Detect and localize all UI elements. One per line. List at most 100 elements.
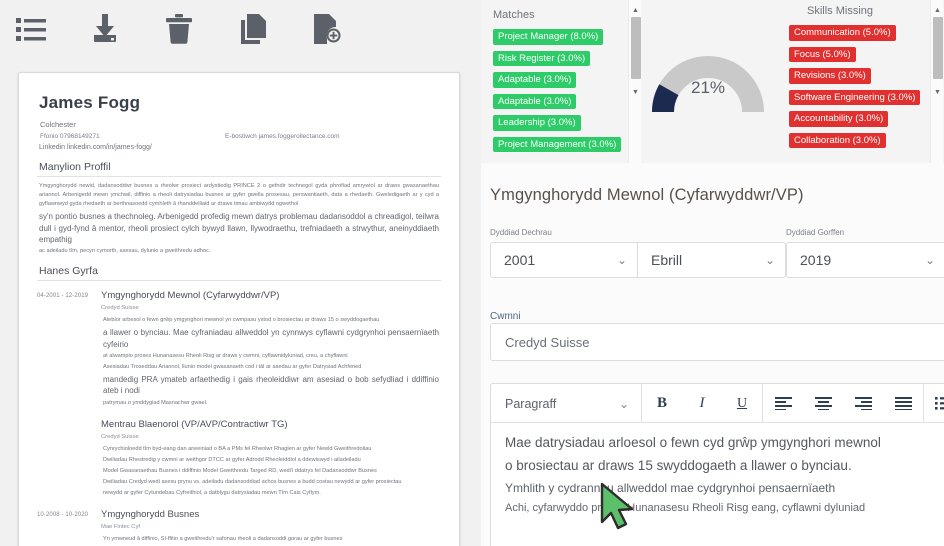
editor-line: o brosiectau ar draws 15 swyddogaeth a l… (505, 457, 852, 473)
new-document-icon[interactable] (308, 10, 346, 48)
cv-job-title: Ymgynghorydd Busnes (101, 509, 200, 521)
cv-toolbar (0, 0, 481, 57)
cv-profile-text-emph: sy'n pontio busnes a thechnoleg. Arbenig… (39, 212, 439, 244)
cv-profile-text: Ymgynghorydd newid, dadansoddwr busnes a… (39, 183, 439, 208)
cv-job-entry: 04-2001 - 12-2019 Ymgynghorydd Mewnol (C… (37, 290, 441, 410)
cv-city: Colchester (40, 120, 76, 129)
cv-job-company: Mae Fintec Cyf (101, 524, 140, 531)
cv-job-line: mandedig PRA ymateb arfaethedig i gais r… (103, 375, 439, 396)
company-label: Cwmni (490, 311, 521, 322)
copy-icon[interactable] (234, 10, 272, 48)
scrollbar-thumb[interactable] (631, 17, 641, 79)
cv-job-line: Ateblor arbesol o fewn grŵp ymgynghori m… (103, 317, 380, 324)
missing-chip-list: Communication (5.0%) Focus (5.0%) Revisi… (789, 25, 944, 154)
cv-job-title: Mentrau Blaenorol (VP/AVP/Contractiwr TG… (101, 418, 288, 430)
editor-content[interactable]: Mae datrysiadau arloesol o fewn cyd grŵp… (491, 423, 944, 518)
rich-text-editor: Paragraff ⌄ B I U Mae datrysiadau arloes… (490, 383, 944, 546)
scroll-down-icon[interactable]: ▼ (931, 86, 944, 99)
editor-line: Achi, cyfarwyddo proses Hunanasesu Rheol… (505, 502, 866, 515)
matches-scrollbar[interactable]: ▲ ▼ (628, 0, 641, 163)
align-center-icon[interactable] (803, 384, 843, 423)
editor-line: Ymhlith y cydrannau allweddol mae cydgry… (505, 480, 836, 495)
chevron-down-icon: ⌄ (764, 253, 775, 267)
matches-title: Matches (493, 9, 535, 21)
match-chip[interactable]: Risk Register (3.0%) (493, 50, 591, 66)
chevron-down-icon: ⌄ (618, 396, 629, 411)
matches-panel: Matches Project Manager (8.0%) Risk Regi… (481, 0, 641, 163)
editor-pane: Matches Project Manager (8.0%) Risk Regi… (481, 0, 944, 546)
end-date-label: Dyddiad Gorffen (786, 228, 845, 237)
chevron-down-icon: ⌄ (924, 253, 935, 267)
cv-profile-text-tail: ac adeiladu tîm, pecyn cymorth, asesau, … (39, 248, 211, 255)
cv-linkedin: Linkedin linkedin.com/in/james-fogg/ (39, 144, 152, 151)
align-justify-icon[interactable] (883, 384, 923, 423)
text-style-group: B I U (642, 384, 763, 423)
skills-analysis-strip: Matches Project Manager (8.0%) Risk Regi… (481, 0, 944, 163)
missing-chip[interactable]: Accountability (3.0%) (789, 111, 889, 127)
cv-profile-heading: Manylion Proffil (39, 161, 111, 173)
divider (37, 280, 441, 282)
underline-button[interactable]: U (722, 384, 762, 423)
end-year-select[interactable]: 2019 ⌄ (786, 242, 944, 278)
end-year-value: 2019 (800, 252, 832, 268)
cv-email: E-bostiwch james.foggerollectance.com (225, 133, 340, 140)
dates-row: Dyddiad Dechrau 2001 ⌄ Ebrill ⌄ Dyddiad … (490, 228, 944, 278)
format-group: Paragraff ⌄ (491, 384, 642, 423)
match-chip[interactable]: Leadership (3.0%) (493, 115, 581, 131)
missing-chip[interactable]: Communication (5.0%) (789, 25, 896, 41)
missing-scrollbar[interactable]: ▲ ▼ (930, 0, 943, 163)
match-chip[interactable]: Adaptable (3.0%) (493, 93, 577, 109)
app-root: James Fogg Colchester Ffonio 07968149271… (0, 0, 944, 546)
cv-job-line: newydd ar gyfer Cytundebau Cyfreithiol, … (103, 490, 321, 497)
cv-job-line: Cynrychioloedd tîm byd-eang dan arweinia… (103, 445, 372, 452)
cv-job-company: Credyd Suisse (101, 433, 139, 440)
align-left-icon[interactable] (763, 384, 803, 423)
cv-job-entry: 10-2008 - 10-2020 Ymgynghorydd Busnes Ma… (37, 509, 441, 546)
cv-preview-pane: James Fogg Colchester Ffonio 07968149271… (0, 0, 481, 546)
cv-job-entry: Mentrau Blaenorol (VP/AVP/Contractiwr TG… (37, 419, 441, 500)
cv-phone: Ffonio 07968149271 (40, 133, 100, 140)
paragraph-format-select[interactable]: Paragraff ⌄ (491, 397, 641, 411)
missing-chip[interactable]: Software Engineering (3.0%) (789, 89, 921, 105)
align-right-icon[interactable] (843, 384, 883, 423)
editor-toolbar: Paragraff ⌄ B I U (491, 384, 944, 423)
bold-button[interactable]: B (642, 384, 682, 423)
match-chip[interactable]: Project Management (3.0%) (493, 136, 622, 152)
missing-chip[interactable]: Focus (5.0%) (789, 46, 856, 62)
start-year-value: 2001 (504, 252, 536, 268)
bulleted-list-icon[interactable] (924, 384, 944, 423)
match-chip[interactable]: Adaptable (3.0%) (493, 72, 577, 88)
cv-contact-row: Ffonio 07968149271 E-bostiwch james.fogg… (40, 133, 441, 140)
cv-job-date (37, 419, 101, 500)
experience-form: Ymgynghorydd Mewnol (Cyfarwyddwr/VP) Dyd… (481, 163, 944, 546)
match-chip[interactable]: Project Manager (8.0%) (493, 29, 604, 45)
company-input[interactable]: Credyd Suisse (490, 323, 944, 361)
alignment-group (763, 384, 924, 423)
gauge-value: 21% (690, 78, 726, 97)
import-icon[interactable] (86, 10, 124, 48)
match-score-gauge: 21% (641, 0, 775, 163)
divider (37, 176, 441, 177)
scroll-up-icon[interactable]: ▲ (931, 4, 944, 17)
cv-job-line: Model Gwasanaethau Busnes i ddiffinio Mo… (103, 467, 377, 474)
cv-job-date: 10-2008 - 10-2020 (37, 512, 89, 519)
missing-chip[interactable]: Revisions (3.0%) (789, 68, 871, 84)
list-icon[interactable] (12, 10, 50, 48)
start-month-select[interactable]: Ebrill ⌄ (638, 242, 786, 278)
role-title: Ymgynghorydd Mewnol (Cyfarwyddwr/VP) (490, 186, 804, 204)
chevron-down-icon: ⌄ (616, 253, 627, 267)
start-year-select[interactable]: 2001 ⌄ (490, 242, 638, 278)
cv-job-line: Dwiliadau Rhestredig y cwmni ar weithgor… (103, 456, 361, 463)
missing-chip[interactable]: Collaboration (3.0%) (789, 132, 886, 148)
start-date-label: Dyddiad Dechrau (490, 228, 552, 237)
cv-job-line: a llawer o bynciau. Mae cyfraniadau allw… (103, 328, 439, 349)
cv-job-title: Ymgynghorydd Mewnol (Cyfarwyddwr/VP) (101, 290, 280, 302)
cv-job-line: Asesiadau Troseddau Ariannol, llunio mod… (103, 364, 362, 371)
skills-missing-panel: Skills Missing Communication (5.0%) Focu… (775, 0, 944, 163)
cv-job-date: 04-2001 - 12-2019 (37, 293, 89, 300)
skills-missing-title: Skills Missing (807, 5, 874, 17)
matches-chip-list: Project Manager (8.0%) Risk Register (3.… (493, 29, 641, 158)
italic-button[interactable]: I (682, 384, 722, 423)
scrollbar-thumb[interactable] (933, 17, 943, 79)
trash-icon[interactable] (160, 10, 198, 48)
